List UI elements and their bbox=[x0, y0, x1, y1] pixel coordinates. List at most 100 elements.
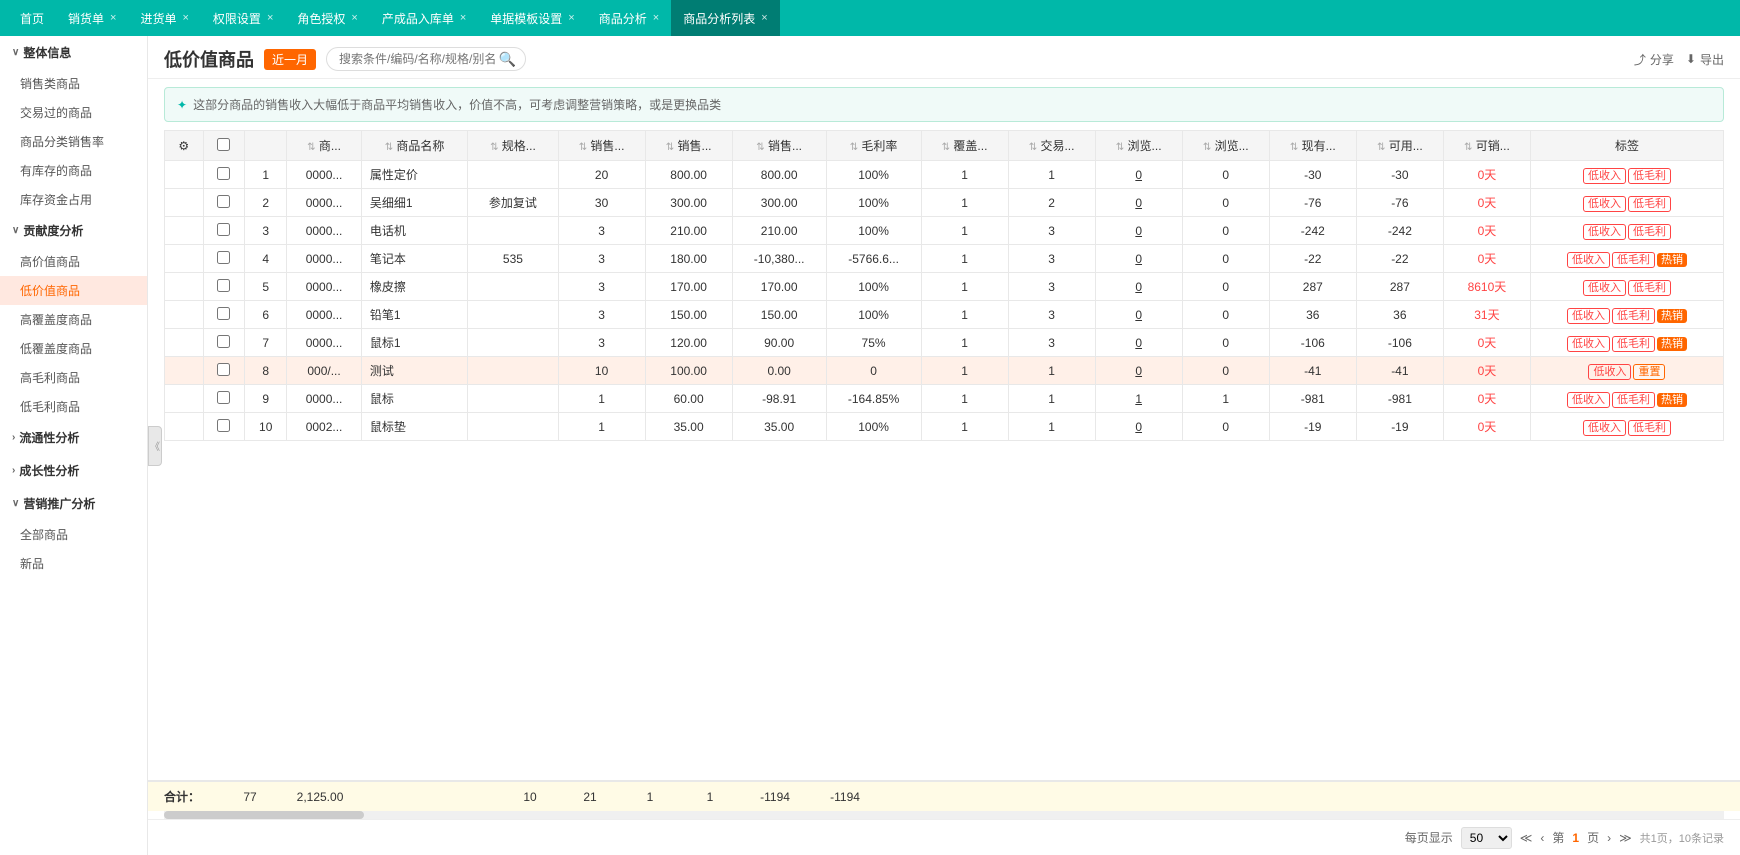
sales-qty-col-header[interactable]: ⇅ 销售... bbox=[558, 131, 645, 161]
row-checkbox[interactable] bbox=[217, 167, 230, 180]
browse1-cell[interactable]: 0 bbox=[1095, 161, 1182, 189]
checkbox-cell[interactable] bbox=[203, 217, 245, 245]
first-page-button[interactable]: ≪ bbox=[1520, 831, 1533, 845]
sidebar-group-overall[interactable]: ∨ 整体信息 bbox=[0, 36, 147, 69]
checkbox-cell[interactable] bbox=[203, 161, 245, 189]
checkbox-cell[interactable] bbox=[203, 245, 245, 273]
browse1-value[interactable]: 0 bbox=[1135, 196, 1142, 210]
checkbox-cell[interactable] bbox=[203, 329, 245, 357]
row-checkbox[interactable] bbox=[217, 391, 230, 404]
sidebar-group-marketing[interactable]: ∨ 营销推广分析 bbox=[0, 487, 147, 520]
nav-permission[interactable]: 权限设置 × bbox=[201, 0, 285, 36]
sidebar-item-all-products[interactable]: 全部商品 bbox=[0, 520, 147, 549]
close-icon[interactable]: × bbox=[460, 12, 466, 24]
checkbox-cell[interactable] bbox=[203, 273, 245, 301]
browse1-cell[interactable]: 0 bbox=[1095, 189, 1182, 217]
nav-product-analysis[interactable]: 商品分析 × bbox=[587, 0, 671, 36]
sidebar-item-low-margin[interactable]: 低毛利商品 bbox=[0, 392, 147, 421]
browse1-cell[interactable]: 1 bbox=[1095, 385, 1182, 413]
sidebar-item-new-products[interactable]: 新品 bbox=[0, 549, 147, 578]
sidebar-group-growth[interactable]: › 成长性分析 bbox=[0, 454, 147, 487]
horizontal-scrollbar[interactable] bbox=[164, 811, 1724, 819]
name-col-header[interactable]: ⇅ 商品名称 bbox=[361, 131, 468, 161]
browse1-value[interactable]: 1 bbox=[1135, 392, 1142, 406]
browse1-cell[interactable]: 0 bbox=[1095, 245, 1182, 273]
row-checkbox[interactable] bbox=[217, 223, 230, 236]
sidebar-item-high-margin[interactable]: 高毛利商品 bbox=[0, 363, 147, 392]
search-input[interactable] bbox=[326, 47, 526, 71]
browse1-value[interactable]: 0 bbox=[1135, 252, 1142, 266]
nav-role[interactable]: 角色授权 × bbox=[285, 0, 369, 36]
row-checkbox[interactable] bbox=[217, 251, 230, 264]
spec-col-header[interactable]: ⇅ 规格... bbox=[468, 131, 558, 161]
sidebar-item-sales-products[interactable]: 销售类商品 bbox=[0, 69, 147, 98]
close-icon[interactable]: × bbox=[267, 12, 273, 24]
browse1-cell[interactable]: 0 bbox=[1095, 357, 1182, 385]
gross-rate-col-header[interactable]: ⇅ 毛利率 bbox=[826, 131, 921, 161]
checkbox-cell[interactable] bbox=[203, 357, 245, 385]
sidebar-item-low-value[interactable]: 低价值商品 bbox=[0, 276, 147, 305]
sales-avg-col-header[interactable]: ⇅ 销售... bbox=[732, 131, 826, 161]
code-col-header[interactable]: ⇅ 商... bbox=[287, 131, 362, 161]
nav-home[interactable]: 首页 bbox=[8, 0, 56, 36]
nav-analysis-list[interactable]: 商品分析列表 × bbox=[671, 0, 779, 36]
available-col-header[interactable]: ⇅ 可用... bbox=[1356, 131, 1443, 161]
sidebar-item-category-rate[interactable]: 商品分类销售率 bbox=[0, 127, 147, 156]
current-stock-col-header[interactable]: ⇅ 现有... bbox=[1269, 131, 1356, 161]
checkbox-cell[interactable] bbox=[203, 385, 245, 413]
nav-sales-order[interactable]: 销货单 × bbox=[56, 0, 128, 36]
last-page-button[interactable]: ≫ bbox=[1619, 831, 1632, 845]
browse1-col-header[interactable]: ⇅ 浏览... bbox=[1095, 131, 1182, 161]
trans-col-header[interactable]: ⇅ 交易... bbox=[1008, 131, 1095, 161]
close-icon[interactable]: × bbox=[568, 12, 574, 24]
browse1-cell[interactable]: 0 bbox=[1095, 217, 1182, 245]
sidebar-item-high-coverage[interactable]: 高覆盖度商品 bbox=[0, 305, 147, 334]
browse1-value[interactable]: 0 bbox=[1135, 168, 1142, 182]
nav-purchase-order[interactable]: 进货单 × bbox=[128, 0, 200, 36]
sidebar-item-high-value[interactable]: 高价值商品 bbox=[0, 247, 147, 276]
close-icon[interactable]: × bbox=[182, 12, 188, 24]
browse1-cell[interactable]: 0 bbox=[1095, 413, 1182, 441]
close-icon[interactable]: × bbox=[110, 12, 116, 24]
browse1-cell[interactable]: 0 bbox=[1095, 301, 1182, 329]
close-icon[interactable]: × bbox=[761, 12, 767, 24]
row-checkbox[interactable] bbox=[217, 363, 230, 376]
sales-amt-col-header[interactable]: ⇅ 销售... bbox=[645, 131, 732, 161]
time-filter-button[interactable]: 近一月 bbox=[264, 49, 316, 70]
sidebar-item-with-stock[interactable]: 有库存的商品 bbox=[0, 156, 147, 185]
browse1-value[interactable]: 0 bbox=[1135, 420, 1142, 434]
row-checkbox[interactable] bbox=[217, 335, 230, 348]
sidebar-item-capital[interactable]: 库存资金占用 bbox=[0, 185, 147, 214]
sidebar-item-traded[interactable]: 交易过的商品 bbox=[0, 98, 147, 127]
close-icon[interactable]: × bbox=[351, 12, 357, 24]
sidebar-group-contribution[interactable]: ∨ 贡献度分析 bbox=[0, 214, 147, 247]
search-icon[interactable]: 🔍 bbox=[499, 51, 516, 68]
browse1-value[interactable]: 0 bbox=[1135, 336, 1142, 350]
row-checkbox[interactable] bbox=[217, 279, 230, 292]
nav-template[interactable]: 单据模板设置 × bbox=[478, 0, 586, 36]
row-checkbox[interactable] bbox=[217, 419, 230, 432]
prev-page-button[interactable]: ‹ bbox=[1540, 831, 1544, 845]
row-checkbox[interactable] bbox=[217, 195, 230, 208]
sellable-col-header[interactable]: ⇅ 可销... bbox=[1443, 131, 1530, 161]
settings-col-header[interactable]: ⚙ bbox=[165, 131, 204, 161]
checkbox-cell[interactable] bbox=[203, 301, 245, 329]
browse2-col-header[interactable]: ⇅ 浏览... bbox=[1182, 131, 1269, 161]
checkbox-cell[interactable] bbox=[203, 413, 245, 441]
next-page-button[interactable]: › bbox=[1607, 831, 1611, 845]
checkbox-cell[interactable] bbox=[203, 189, 245, 217]
sidebar-collapse-button[interactable]: 《 bbox=[148, 426, 162, 466]
scrollbar-thumb[interactable] bbox=[164, 811, 364, 819]
browse1-cell[interactable]: 0 bbox=[1095, 329, 1182, 357]
select-all-checkbox[interactable] bbox=[217, 138, 230, 151]
browse1-cell[interactable]: 0 bbox=[1095, 273, 1182, 301]
page-size-select[interactable]: 50 100 200 bbox=[1461, 827, 1512, 849]
export-button[interactable]: ⬇ 导出 bbox=[1686, 51, 1724, 68]
browse1-value[interactable]: 0 bbox=[1135, 364, 1142, 378]
browse1-value[interactable]: 0 bbox=[1135, 280, 1142, 294]
row-checkbox[interactable] bbox=[217, 307, 230, 320]
browse1-value[interactable]: 0 bbox=[1135, 224, 1142, 238]
close-icon[interactable]: × bbox=[653, 12, 659, 24]
browse1-value[interactable]: 0 bbox=[1135, 308, 1142, 322]
sidebar-group-circulation[interactable]: › 流通性分析 bbox=[0, 421, 147, 454]
